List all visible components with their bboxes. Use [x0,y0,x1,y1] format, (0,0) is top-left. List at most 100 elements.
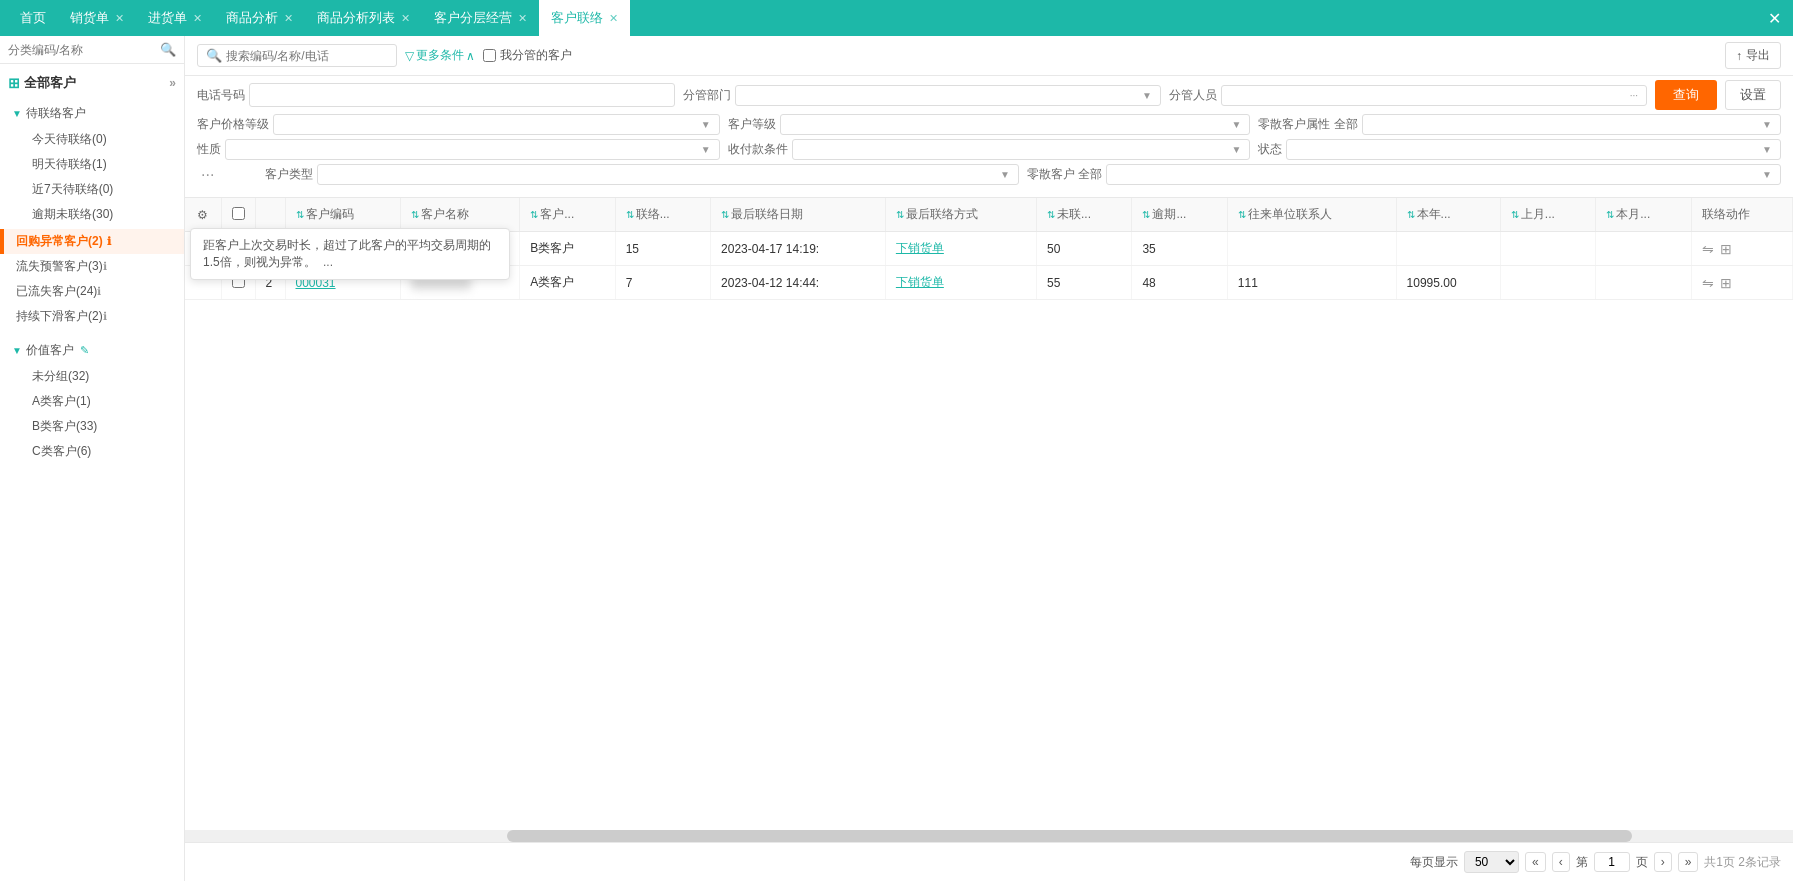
page-size-label: 每页显示 [1410,854,1458,871]
customer-type-select[interactable]: ▼ [317,164,1019,185]
col-checkbox [221,198,255,232]
export-button[interactable]: ↑ 导出 [1725,42,1781,69]
nav-item-customer-tier[interactable]: 客户分层经营 ✕ [422,0,539,36]
sidebar-group-value-header[interactable]: ▼ 价值客户 ✎ [0,337,184,364]
window-close-button[interactable]: ✕ [1768,9,1781,28]
col-unit-contact[interactable]: ⇅往来单位联系人 [1227,198,1396,232]
caret-icon-3: ▼ [701,119,711,130]
sidebar-item-7days[interactable]: 近7天待联络(0) [24,177,184,202]
customer-level-select[interactable]: ▼ [780,114,1251,135]
col-uncontacted[interactable]: ⇅未联... [1037,198,1132,232]
col-settings[interactable]: ⚙ [185,198,221,232]
sidebar-item-tomorrow[interactable]: 明天待联络(1) [24,152,184,177]
payment-select[interactable]: ▼ [792,139,1251,160]
sidebar-item-ungrouped[interactable]: 未分组(32) [24,364,184,389]
select-all-checkbox[interactable] [232,207,245,220]
row1-action-link-icon[interactable]: ⇋ [1702,241,1714,257]
sidebar-item-overdue[interactable]: 逾期未联络(30) [24,202,184,227]
nav-item-analysis[interactable]: 商品分析 ✕ [214,0,305,36]
sidebar-root-all-customers[interactable]: ⊞ 全部客户 » [0,68,184,98]
my-customers-checkbox[interactable] [483,49,496,62]
nav-close-customer-tier[interactable]: ✕ [518,12,527,25]
row2-action-grid-icon[interactable]: ⊞ [1720,275,1732,291]
active-indicator [0,229,4,254]
status-select[interactable]: ▼ [1286,139,1781,160]
col-type[interactable]: ⇅客户... [520,198,615,232]
price-level-select[interactable]: ▼ [273,114,720,135]
search-input[interactable] [226,49,388,63]
col-code[interactable]: ⇅客户编码 [285,198,401,232]
nav-item-sales[interactable]: 销货单 ✕ [58,0,136,36]
expand-icon-value: ▼ [12,345,22,356]
nav-close-sales[interactable]: ✕ [115,12,124,25]
page-size-select[interactable]: 50 100 200 [1464,851,1519,873]
retail-select[interactable]: ▼ [1106,164,1781,185]
sidebar-collapse-icon[interactable]: » [169,76,176,90]
first-page-button[interactable]: « [1525,852,1546,872]
tooltip-popup: 距客户上次交易时长，超过了此客户的平均交易周期的1.5倍，则视为异常。 ... [190,228,510,280]
nav-item-purchase[interactable]: 进货单 ✕ [136,0,214,36]
tooltip-close[interactable]: ... [323,255,333,269]
nav-item-customer-contact[interactable]: 客户联络 ✕ [539,0,630,36]
row2-last-date: 2023-04-12 14:44: [711,266,886,300]
col-name[interactable]: ⇅客户名称 [401,198,520,232]
scroll-thumb[interactable] [507,830,1633,842]
sidebar-item-class-a[interactable]: A类客户(1) [24,389,184,414]
sidebar-item-loss-warning[interactable]: 流失预警客户(3) ℹ [0,254,184,279]
edit-icon[interactable]: ✎ [80,344,89,357]
col-this-year[interactable]: ⇅本年... [1396,198,1500,232]
page-number-input[interactable] [1594,852,1630,872]
sidebar-item-today[interactable]: 今天待联络(0) [24,127,184,152]
sidebar-item-class-b[interactable]: B类客户(33) [24,414,184,439]
pagination-bar: 每页显示 50 100 200 « ‹ 第 页 › » 共1页 2条记录 [185,842,1793,881]
nature-select[interactable]: ▼ [225,139,720,160]
col-contact[interactable]: ⇅联络... [615,198,710,232]
nav-close-customer-contact[interactable]: ✕ [609,12,618,25]
row1-uncontacted: 50 [1037,232,1132,266]
more-conditions-btn[interactable]: ▽ 更多条件 ∧ [405,47,475,64]
filter-cell-customer-level: 客户等级 ▼ [728,114,1251,135]
nav-item-analysis-list[interactable]: 商品分析列表 ✕ [305,0,422,36]
filter-cell-payment: 收付款条件 ▼ [728,139,1251,160]
sidebar-group-pending-header[interactable]: ▼ 待联络客户 [0,100,184,127]
sidebar-item-repurchase-anomaly[interactable]: 回购异常客户(2) ℹ [0,229,184,254]
sidebar-search-input[interactable] [8,43,160,57]
col-overdue[interactable]: ⇅逾期... [1132,198,1227,232]
horizontal-scrollbar[interactable] [185,830,1793,842]
row1-contact: 15 [615,232,710,266]
last-page-button[interactable]: » [1678,852,1699,872]
col-last-month[interactable]: ⇅上月... [1500,198,1595,232]
sidebar-item-lost[interactable]: 已流失客户(24) ℹ [0,279,184,304]
nav-item-home[interactable]: 首页 [8,0,58,36]
sort-icon-name: ⇅ [411,209,419,220]
col-this-month[interactable]: ⇅本月... [1596,198,1691,232]
search-box: 🔍 [197,44,397,67]
sidebar-item-declining[interactable]: 持续下滑客户(2) ℹ [0,304,184,329]
row2-action-link-icon[interactable]: ⇋ [1702,275,1714,291]
filter-cell-phone: 电话号码 [197,83,675,107]
my-customers-checkbox-label[interactable]: 我分管的客户 [483,47,572,64]
filter-cell-nature: 性质 ▼ [197,139,720,160]
nav-close-purchase[interactable]: ✕ [193,12,202,25]
prev-page-button[interactable]: ‹ [1552,852,1570,872]
query-button[interactable]: 查询 [1655,80,1717,110]
nav-close-analysis[interactable]: ✕ [284,12,293,25]
col-last-method[interactable]: ⇅最后联络方式 [885,198,1036,232]
row2-this-year: 10995.00 [1396,266,1500,300]
expand-more-icon[interactable]: ··· [201,166,214,184]
sidebar-search-icon[interactable]: 🔍 [160,42,176,57]
next-page-button[interactable]: › [1654,852,1672,872]
phone-input[interactable] [249,83,675,107]
filter-row-2: 客户价格等级 ▼ 客户等级 ▼ 零散客户属性 全部 [197,114,1781,135]
settings-button[interactable]: 设置 [1725,80,1781,110]
col-index [255,198,285,232]
retail-attr-select[interactable]: ▼ [1362,114,1781,135]
nav-close-analysis-list[interactable]: ✕ [401,12,410,25]
sidebar-item-class-c[interactable]: C类客户(6) [24,439,184,464]
col-last-date[interactable]: ⇅最后联络日期 [711,198,886,232]
dept-select[interactable]: ▼ [735,85,1161,106]
info-icon[interactable]: ℹ [107,235,111,248]
filter-cell-retail-attr: 零散客户属性 全部 ▼ [1258,114,1781,135]
row1-action-grid-icon[interactable]: ⊞ [1720,241,1732,257]
person-select[interactable]: ··· [1221,85,1647,106]
